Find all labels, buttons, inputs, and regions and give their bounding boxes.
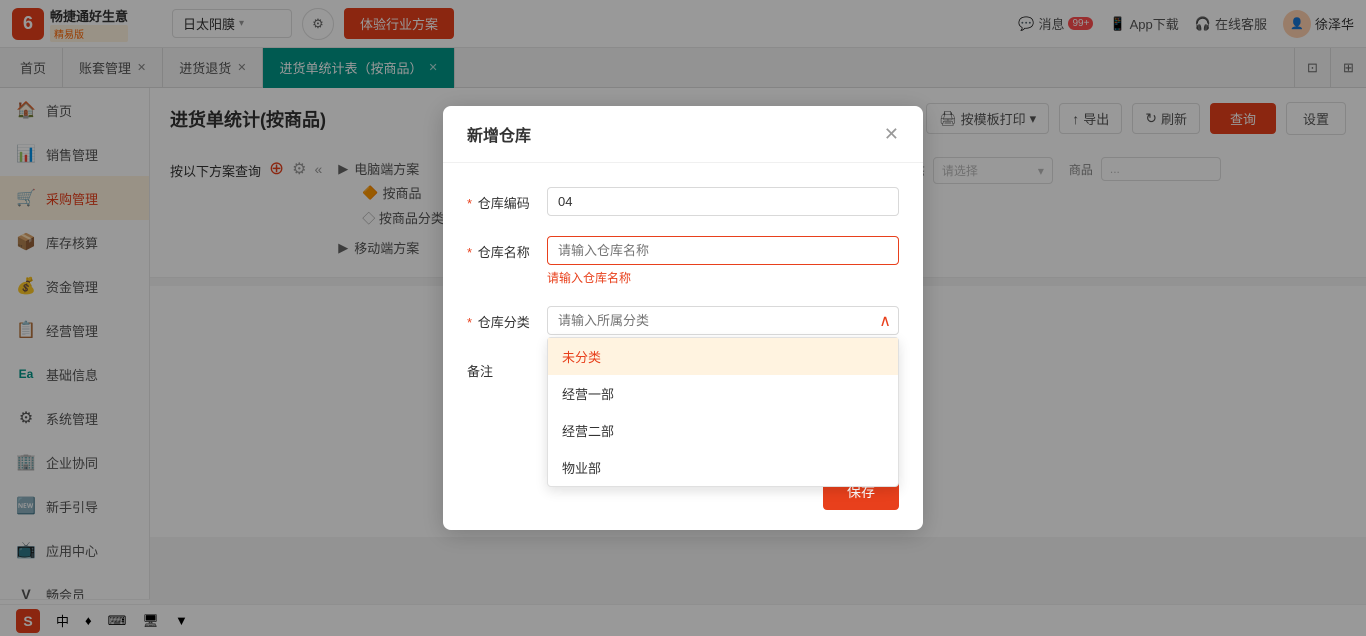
name-label: * 仓库名称 (467, 236, 547, 261)
category-label-text: 仓库分类 (478, 315, 530, 330)
category-input[interactable] (547, 306, 899, 335)
category-label: * 仓库分类 (467, 306, 547, 331)
category-wrapper: ∧ 未分类 经营一部 经营二部 物业部 (547, 306, 899, 335)
modal-overlay: 新增仓库 ✕ * 仓库编码 * 仓库名称 (0, 0, 1366, 636)
category-arrow-icon[interactable]: ∧ (879, 311, 891, 331)
modal-header: 新增仓库 ✕ (443, 106, 923, 163)
required-star: * (467, 196, 472, 211)
code-control (547, 187, 899, 216)
form-row-name: * 仓库名称 请输入仓库名称 (467, 236, 899, 286)
modal-body: * 仓库编码 * 仓库名称 请输入仓库名称 (443, 163, 923, 462)
dropdown-item-dept1[interactable]: 经营一部 (548, 375, 898, 412)
category-dropdown: 未分类 经营一部 经营二部 物业部 (547, 337, 899, 487)
required-star3: * (467, 315, 472, 330)
form-row-code: * 仓库编码 (467, 187, 899, 216)
code-label: * 仓库编码 (467, 187, 547, 212)
notes-label: 备注 (467, 355, 547, 380)
modal-add-warehouse: 新增仓库 ✕ * 仓库编码 * 仓库名称 (443, 106, 923, 530)
notes-label-text: 备注 (467, 364, 493, 379)
category-control: ∧ 未分类 经营一部 经营二部 物业部 (547, 306, 899, 335)
dropdown-item-none[interactable]: 未分类 (548, 338, 898, 375)
code-input[interactable] (547, 187, 899, 216)
name-control: 请输入仓库名称 (547, 236, 899, 286)
name-label-text: 仓库名称 (478, 245, 530, 260)
name-error-msg: 请输入仓库名称 (547, 269, 899, 286)
modal-title: 新增仓库 (467, 122, 531, 146)
dropdown-item-property[interactable]: 物业部 (548, 449, 898, 486)
dropdown-item-dept2[interactable]: 经营二部 (548, 412, 898, 449)
required-star2: * (467, 245, 472, 260)
form-row-category: * 仓库分类 ∧ 未分类 经营一部 经营二部 物业部 (467, 306, 899, 335)
code-label-text: 仓库编码 (478, 196, 530, 211)
name-input[interactable] (547, 236, 899, 265)
modal-close-button[interactable]: ✕ (884, 124, 899, 145)
